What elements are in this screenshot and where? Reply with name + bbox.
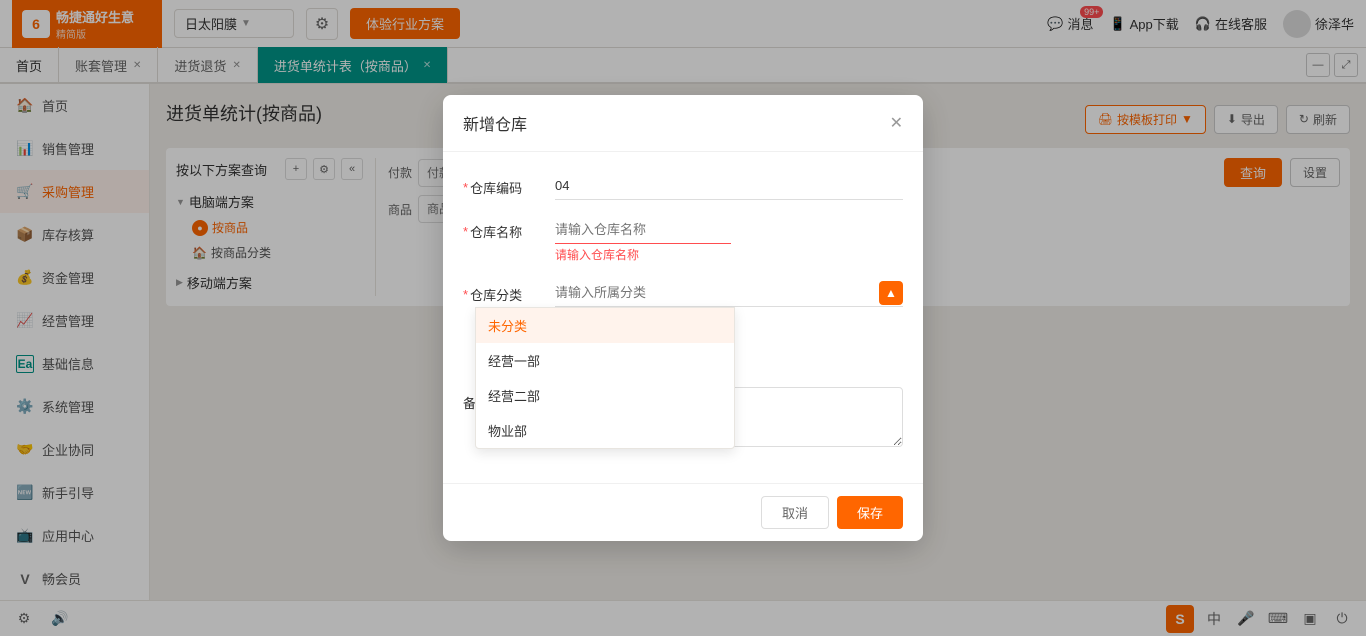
modal-footer: 取消 保存	[443, 483, 923, 541]
name-field-row: * 仓库名称 请输入仓库名称	[463, 216, 903, 263]
dropdown-item-dept3[interactable]: 物业部	[476, 413, 734, 448]
category-input-row: ▲	[555, 279, 903, 307]
cancel-button[interactable]: 取消	[761, 496, 829, 529]
category-dropdown: 未分类 经营一部 经营二部 物业部	[475, 307, 735, 449]
modal-close-button[interactable]: ✕	[890, 113, 903, 133]
modal-overlay: 新增仓库 ✕ * 仓库编码 * 仓库名称	[0, 0, 1366, 636]
category-dropdown-button[interactable]: ▲	[879, 281, 903, 305]
category-input[interactable]	[555, 279, 879, 306]
modal-header: 新增仓库 ✕	[443, 95, 923, 152]
code-label: * 仓库编码	[463, 172, 543, 197]
dropdown-item-dept2[interactable]: 经营二部	[476, 378, 734, 413]
add-warehouse-modal: 新增仓库 ✕ * 仓库编码 * 仓库名称	[443, 95, 923, 541]
name-input[interactable]	[555, 216, 731, 244]
save-button[interactable]: 保存	[837, 496, 903, 529]
dropdown-item-unclassified[interactable]: 未分类	[476, 308, 734, 343]
category-label: * 仓库分类	[463, 279, 543, 304]
modal-body: * 仓库编码 * 仓库名称 请输入仓库名称	[443, 152, 923, 483]
name-label: * 仓库名称	[463, 216, 543, 241]
code-field-row: * 仓库编码	[463, 172, 903, 200]
code-input[interactable]	[555, 172, 903, 200]
name-input-wrap: 请输入仓库名称	[555, 216, 731, 263]
dropdown-item-dept1[interactable]: 经营一部	[476, 343, 734, 378]
category-wrap: ▲ 未分类 经营一部 经营二部 物业部	[555, 279, 903, 307]
category-field-row: * 仓库分类 ▲ 未分类 经营一部 经营二部 物业部	[463, 279, 903, 307]
name-error-message: 请输入仓库名称	[555, 246, 731, 263]
modal-title: 新增仓库	[463, 111, 527, 135]
